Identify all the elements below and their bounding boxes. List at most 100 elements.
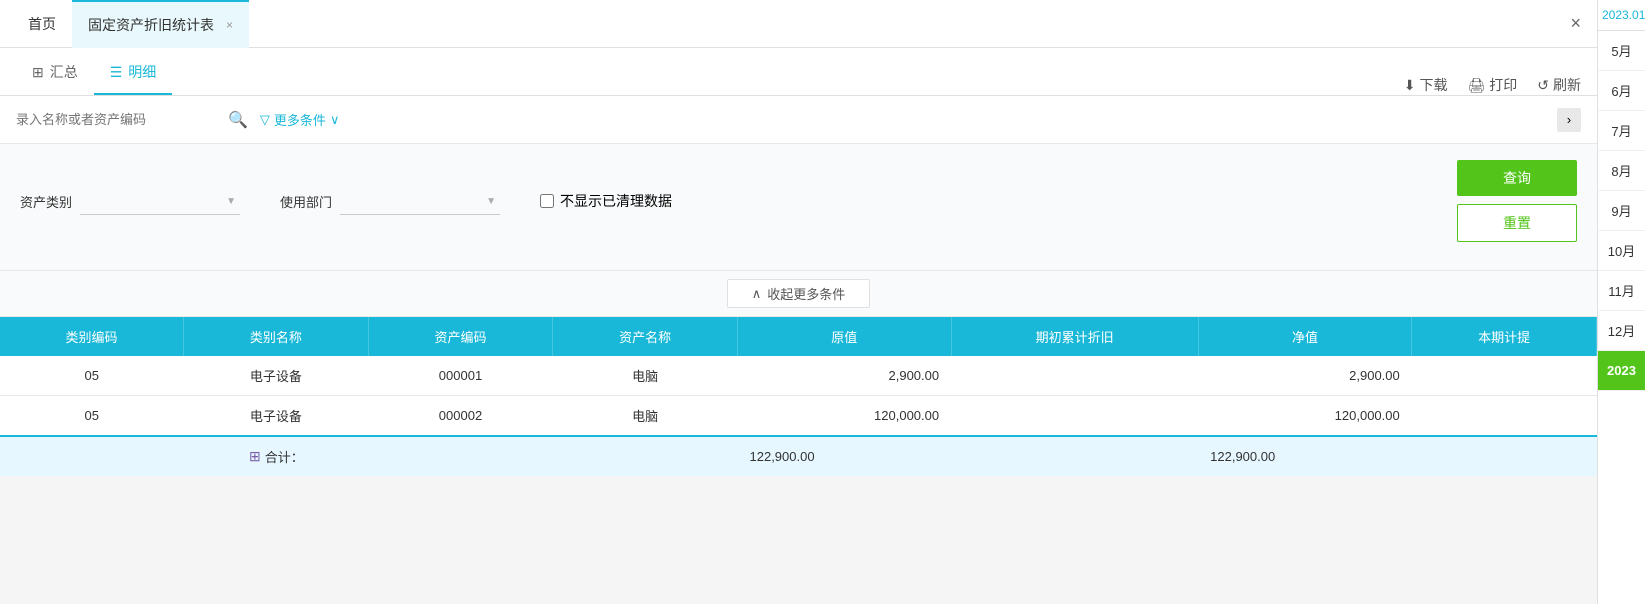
col-original-value: 原值 — [738, 317, 952, 356]
side-month-12[interactable]: 12月 — [1598, 311, 1645, 351]
side-month-11[interactable]: 11月 — [1598, 271, 1645, 311]
col-category-code: 类别编码 — [0, 317, 183, 356]
filter-actions: 查询 重置 — [1457, 160, 1577, 242]
side-month-10[interactable]: 10月 — [1598, 231, 1645, 271]
cell-asset-name-1: 电脑 — [553, 396, 738, 437]
footer-label-cell: ⊞ 合计： — [0, 436, 553, 476]
asset-category-filter: 资产类别 ▼ — [20, 187, 240, 215]
window-close-icon[interactable]: × — [1570, 13, 1581, 34]
refresh-icon: ↺ — [1537, 77, 1549, 94]
year-badge[interactable]: 2023 — [1598, 351, 1645, 391]
footer-empty-1 — [553, 436, 738, 476]
footer-period-total — [1412, 436, 1597, 476]
cell-asset-code-1: 000002 — [368, 396, 553, 437]
cell-category-code-0: 05 — [0, 356, 183, 396]
tabs-row: ⊞ 汇总 ☰ 明细 ⬇ 下载 🖨 打印 ↺ 刷新 — [0, 48, 1597, 96]
footer-original-total: 122,900.00 — [738, 436, 952, 476]
cell-asset-code-0: 000001 — [368, 356, 553, 396]
hide-cleared-group: 不显示已清理数据 — [540, 191, 672, 211]
search-input[interactable] — [16, 112, 216, 127]
footer-net-total: 122,900.00 — [1198, 436, 1412, 476]
table-footer-row: ⊞ 合计： 122,900.00 122,900.00 — [0, 436, 1597, 476]
search-bar: 🔍 ▽ 更多条件 ∨ › — [0, 96, 1597, 144]
tab-summary-label: 汇总 — [50, 62, 78, 82]
more-conditions-label: 更多条件 — [274, 110, 326, 129]
table-header-row: 类别编码 类别名称 资产编码 资产名称 原值 期初累计折旧 净值 本期计提 — [0, 317, 1597, 356]
active-tab[interactable]: 固定资产折旧统计表 × — [72, 0, 249, 48]
table-row: 05 电子设备 000001 电脑 2,900.00 2,900.00 — [0, 356, 1597, 396]
side-month-9[interactable]: 9月 — [1598, 191, 1645, 231]
print-icon: 🖨 — [1467, 77, 1485, 94]
tab-detail[interactable]: ☰ 明细 — [94, 51, 173, 95]
col-net-value: 净值 — [1198, 317, 1412, 356]
side-arrow: › — [1557, 108, 1581, 132]
tab-summary[interactable]: ⊞ 汇总 — [16, 51, 94, 95]
collapse-bar: ∧ 收起更多条件 — [0, 271, 1597, 317]
collapse-chevron-icon: ∧ — [752, 286, 762, 302]
more-conditions-button[interactable]: ▽ 更多条件 ∨ — [260, 110, 340, 129]
cell-asset-name-0: 电脑 — [553, 356, 738, 396]
download-label: 下载 — [1419, 75, 1447, 95]
col-category-name: 类别名称 — [183, 317, 368, 356]
top-nav: 首页 固定资产折旧统计表 × × — [0, 0, 1597, 48]
footer-label: 合计： — [265, 447, 304, 466]
query-button[interactable]: 查询 — [1457, 160, 1577, 196]
department-label: 使用部门 — [280, 192, 332, 211]
table-container: 类别编码 类别名称 资产编码 资产名称 原值 期初累计折旧 净值 本期计提 05… — [0, 317, 1597, 476]
tab-detail-label: 明细 — [128, 62, 156, 82]
department-select-wrapper: ▼ — [340, 187, 500, 215]
cell-net-value-0: 2,900.00 — [1198, 356, 1412, 396]
chevron-down-icon: ∨ — [330, 112, 340, 128]
home-nav[interactable]: 首页 — [16, 14, 68, 34]
side-month-8[interactable]: 8月 — [1598, 151, 1645, 191]
print-label: 打印 — [1489, 75, 1517, 95]
cell-net-value-1: 120,000.00 — [1198, 396, 1412, 437]
asset-category-select[interactable] — [80, 187, 240, 215]
print-button[interactable]: 🖨 打印 — [1467, 75, 1517, 95]
cell-current-period-1 — [1412, 396, 1597, 437]
col-asset-code: 资产编码 — [368, 317, 553, 356]
asset-category-select-wrapper: ▼ — [80, 187, 240, 215]
side-date-header[interactable]: 2023.01 — [1598, 0, 1645, 31]
hide-cleared-label: 不显示已清理数据 — [560, 191, 672, 211]
cell-category-name-0: 电子设备 — [183, 356, 368, 396]
col-asset-name: 资产名称 — [553, 317, 738, 356]
table-row: 05 电子设备 000002 电脑 120,000.00 120,000.00 — [0, 396, 1597, 437]
data-table: 类别编码 类别名称 资产编码 资产名称 原值 期初累计折旧 净值 本期计提 05… — [0, 317, 1597, 476]
total-icon: ⊞ — [249, 448, 261, 465]
reset-button[interactable]: 重置 — [1457, 204, 1577, 242]
cell-current-period-0 — [1412, 356, 1597, 396]
hide-cleared-checkbox[interactable] — [540, 194, 554, 208]
collapse-label: 收起更多条件 — [767, 284, 845, 303]
side-month-panel: 2023.01 5月 6月 7月 8月 9月 10月 11月 12月 2023 — [1597, 0, 1645, 604]
side-panel-arrow-button[interactable]: › — [1557, 108, 1581, 132]
cell-accumulated-dep-0 — [951, 356, 1198, 396]
footer-dep-total — [951, 436, 1198, 476]
refresh-label: 刷新 — [1553, 75, 1581, 95]
side-month-6[interactable]: 6月 — [1598, 71, 1645, 111]
cell-original-value-0: 2,900.00 — [738, 356, 952, 396]
download-icon: ⬇ — [1404, 77, 1416, 94]
side-month-7[interactable]: 7月 — [1598, 111, 1645, 151]
cell-original-value-1: 120,000.00 — [738, 396, 952, 437]
refresh-button[interactable]: ↺ 刷新 — [1537, 75, 1581, 95]
tab-close-icon[interactable]: × — [226, 18, 233, 32]
summary-icon: ⊞ — [32, 64, 44, 81]
department-filter: 使用部门 ▼ — [280, 187, 500, 215]
active-tab-label: 固定资产折旧统计表 — [88, 15, 214, 35]
detail-icon: ☰ — [110, 64, 123, 81]
department-select[interactable] — [340, 187, 500, 215]
search-icon: 🔍 — [228, 110, 248, 130]
cell-category-name-1: 电子设备 — [183, 396, 368, 437]
asset-category-label: 资产类别 — [20, 192, 72, 211]
cell-accumulated-dep-1 — [951, 396, 1198, 437]
download-button[interactable]: ⬇ 下载 — [1404, 75, 1448, 95]
filter-area: 资产类别 ▼ 使用部门 ▼ 不显示已清理数 — [0, 144, 1597, 271]
toolbar-right: ⬇ 下载 🖨 打印 ↺ 刷新 — [1404, 75, 1581, 95]
filter-icon: ▽ — [260, 112, 270, 128]
collapse-button[interactable]: ∧ 收起更多条件 — [727, 279, 871, 308]
col-accumulated-dep: 期初累计折旧 — [951, 317, 1198, 356]
cell-category-code-1: 05 — [0, 396, 183, 437]
col-current-period: 本期计提 — [1412, 317, 1597, 356]
side-month-5[interactable]: 5月 — [1598, 31, 1645, 71]
